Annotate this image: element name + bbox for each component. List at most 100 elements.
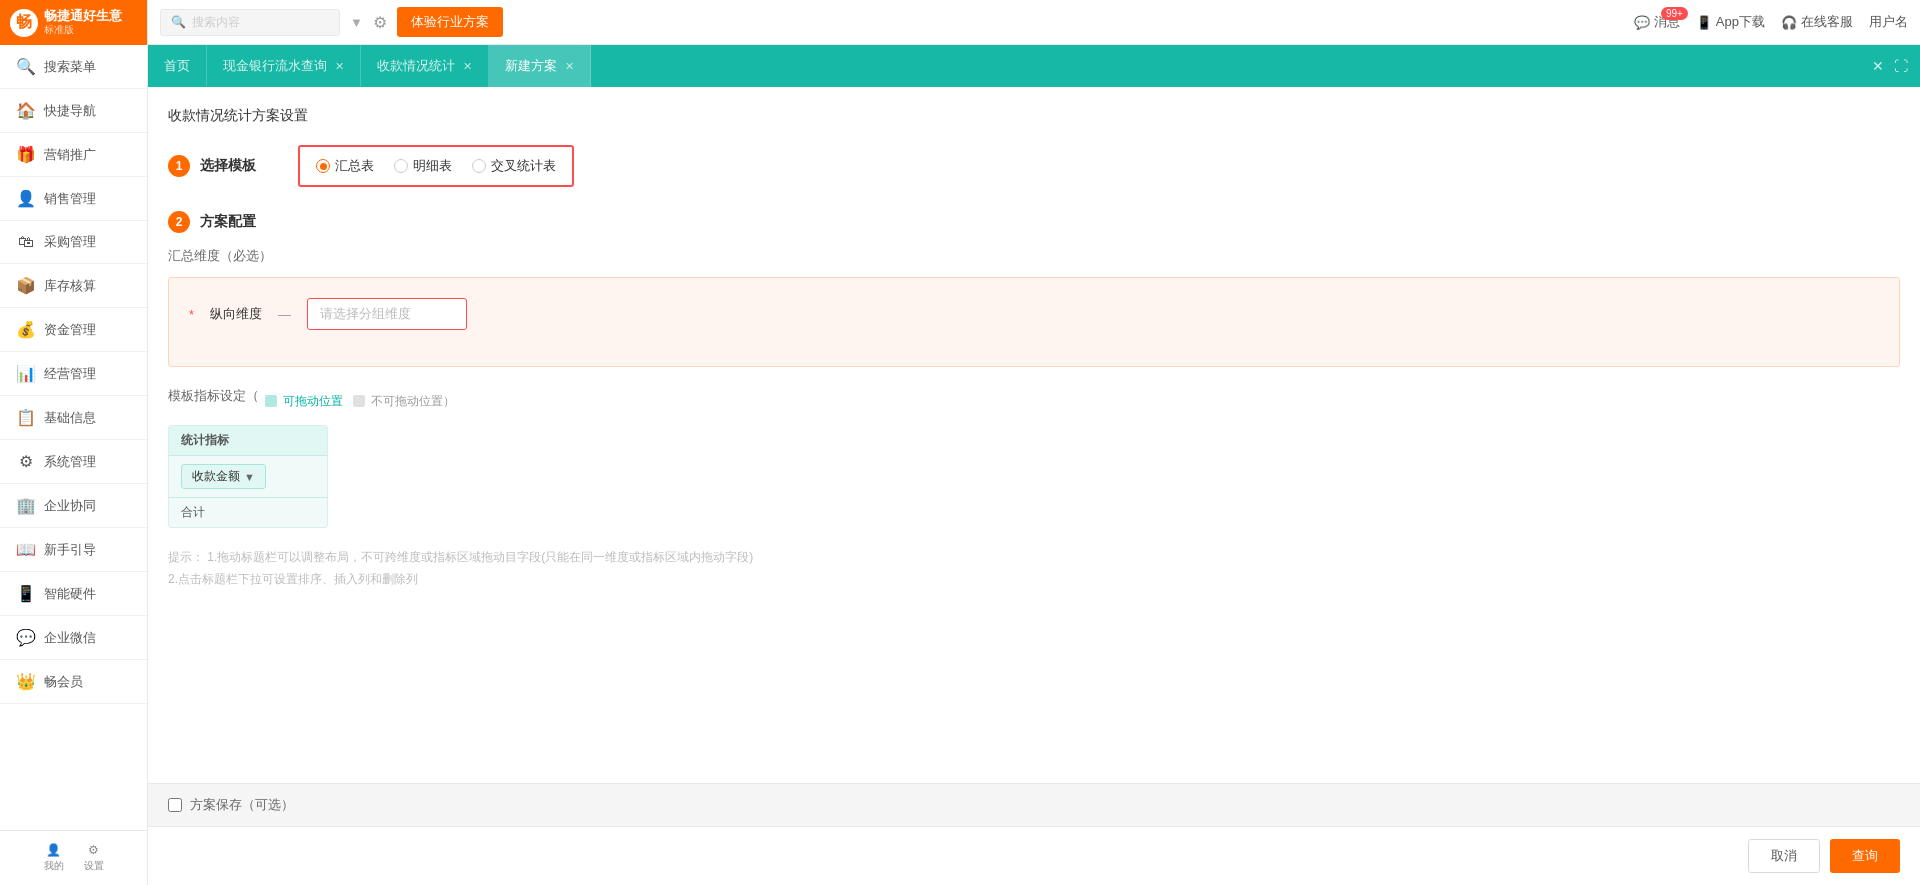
dropdown-arrow-icon[interactable]: ▼ [350,15,363,30]
industry-button[interactable]: 体验行业方案 [397,7,503,37]
sidebar-item-search-menu[interactable]: 🔍 搜索菜单 [0,45,147,89]
logo-sub: 标准版 [44,23,122,37]
sidebar-bottom-item1[interactable]: 👤 我的 [44,843,64,873]
sidebar-item-quick-nav[interactable]: 🏠 快捷导航 [0,89,147,133]
tab-bank-flow[interactable]: 现金银行流水查询 ✕ [207,45,361,87]
sidebar-item-basic-info[interactable]: 📋 基础信息 [0,396,147,440]
dimension-area: * 纵向维度 — 请选择分组维度 [168,277,1900,367]
page-title: 收款情况统计方案设置 [168,107,1900,125]
close-window-icon[interactable]: ✕ [1872,58,1884,74]
bank-flow-tab-close-icon[interactable]: ✕ [335,60,344,73]
dimension-select[interactable]: 请选择分组维度 [307,298,467,330]
content-area: 收款情况统计方案设置 1 选择模板 汇总表 [148,87,1920,826]
stats-table: 统计指标 收款金额 ▼ 合计 [168,425,328,528]
sidebar-item-purchase[interactable]: 🛍 采购管理 [0,221,147,264]
receipt-stats-tab-label: 收款情况统计 [377,57,455,75]
sidebar-item-label: 基础信息 [44,409,96,427]
metrics-config-label: 模板指标设定（ [168,387,259,405]
chart-icon: 📊 [16,364,36,383]
sidebar-item-member[interactable]: 👑 畅会员 [0,660,147,704]
search-icon: 🔍 [171,15,186,29]
step2-label: 方案配置 [200,213,256,231]
bank-flow-tab-label: 现金银行流水查询 [223,57,327,75]
dimension-arrow: — [278,307,291,322]
save-checkbox[interactable] [168,798,182,812]
non-draggable-dot [353,395,365,407]
tab-home[interactable]: 首页 [148,45,207,87]
radio-summary-dot [320,163,327,170]
stats-table-sum: 合计 [169,497,327,527]
sidebar-item-label: 智能硬件 [44,585,96,603]
logo-icon: 畅 [10,9,38,37]
sidebar-item-label: 畅会员 [44,673,83,691]
user-icon: 👤 [16,189,36,208]
non-draggable-hint-label: 不可拖动位置） [371,393,455,410]
step1-section: 1 选择模板 汇总表 明细表 [168,145,1900,187]
cancel-button[interactable]: 取消 [1748,839,1820,873]
sidebar-bottom: 👤 我的 ⚙ 设置 [0,830,147,885]
sidebar-item-enterprise[interactable]: 🏢 企业协同 [0,484,147,528]
nav-tabs-right: ✕ ⛶ [1860,45,1920,87]
sidebar-item-inventory[interactable]: 📦 库存核算 [0,264,147,308]
sidebar-item-wechat[interactable]: 💬 企业微信 [0,616,147,660]
sidebar-item-system[interactable]: ⚙ 系统管理 [0,440,147,484]
metrics-hint-line: 模板指标设定（ 可拖动位置 不可拖动位置） [168,387,1900,415]
logo-name: 畅捷通好生意 [44,8,122,24]
radio-detail[interactable]: 明细表 [394,157,452,175]
sidebar-item-label: 搜索菜单 [44,58,96,76]
sidebar-item-label: 新手引导 [44,541,96,559]
radio-cross-label: 交叉统计表 [491,157,556,175]
dimension-row: * 纵向维度 — 请选择分组维度 [189,298,1879,330]
message-btn[interactable]: 💬 消息 99+ [1634,13,1680,31]
maximize-icon[interactable]: ⛶ [1894,58,1908,74]
headset-icon: 🎧 [1781,15,1797,30]
stats-table-header: 统计指标 [169,426,327,456]
radio-detail-label: 明细表 [413,157,452,175]
crown-icon: 👑 [16,672,36,691]
phone-icon: 📱 [16,584,36,603]
stats-title: 统计指标 [181,432,229,449]
tab-new-plan[interactable]: 新建方案 ✕ [489,45,591,87]
receipt-stats-tab-close-icon[interactable]: ✕ [463,60,472,73]
radio-summary[interactable]: 汇总表 [316,157,374,175]
main-area: 🔍 搜索内容 ▼ ⚙ 体验行业方案 💬 消息 99+ 📱 App下载 🎧 在线客… [148,0,1920,885]
sidebar-item-finance[interactable]: 💰 资金管理 [0,308,147,352]
tab-receipt-stats[interactable]: 收款情况统计 ✕ [361,45,489,87]
metrics-section: 模板指标设定（ 可拖动位置 不可拖动位置） 统计指标 [168,387,1900,531]
sidebar-item-marketing[interactable]: 🎁 营销推广 [0,133,147,177]
header-right: 💬 消息 99+ 📱 App下载 🎧 在线客服 用户名 [1634,13,1908,31]
money-icon: 💰 [16,320,36,339]
sidebar-bottom-item2[interactable]: ⚙ 设置 [84,843,104,873]
cell-dropdown-icon[interactable]: ▼ [244,471,255,483]
user-menu[interactable]: 用户名 [1869,13,1908,31]
chat-icon: 💬 [16,628,36,647]
step1-label: 选择模板 [200,157,256,175]
settings-icon[interactable]: ⚙ [373,13,387,32]
cell-label: 收款金额 [192,468,240,485]
book-icon: 📖 [16,540,36,559]
sidebar: 畅 畅捷通好生意 标准版 🔍 搜索菜单 🏠 快捷导航 🎁 营销推广 👤 销售管理… [0,0,148,885]
radio-cross[interactable]: 交叉统计表 [472,157,556,175]
home-icon: 🏠 [16,101,36,120]
radio-detail-circle [394,159,408,173]
sidebar-item-guide[interactable]: 📖 新手引导 [0,528,147,572]
radio-cross-circle [472,159,486,173]
building-icon: 🏢 [16,496,36,515]
sidebar-logo: 畅 畅捷通好生意 标准版 [0,0,147,45]
sidebar-item-operations[interactable]: 📊 经营管理 [0,352,147,396]
sidebar-item-label: 系统管理 [44,453,96,471]
service-btn[interactable]: 🎧 在线客服 [1781,13,1853,31]
sidebar-item-smart-hw[interactable]: 📱 智能硬件 [0,572,147,616]
query-button[interactable]: 查询 [1830,839,1900,873]
sidebar-item-label: 营销推广 [44,146,96,164]
tip-line-1: 提示： 1.拖动标题栏可以调整布局，不可跨维度或指标区域拖动目字段(只能在同一维… [168,547,1900,569]
dimension-row-label: 纵向维度 [210,305,262,323]
tips-section: 提示： 1.拖动标题栏可以调整布局，不可跨维度或指标区域拖动目字段(只能在同一维… [168,547,1900,590]
sidebar-item-sales[interactable]: 👤 销售管理 [0,177,147,221]
search-bar[interactable]: 🔍 搜索内容 [160,9,340,36]
cell-tag[interactable]: 收款金额 ▼ [181,464,266,489]
sidebar-item-label: 经营管理 [44,365,96,383]
new-plan-tab-close-icon[interactable]: ✕ [565,60,574,73]
download-btn[interactable]: 📱 App下载 [1696,13,1765,31]
draggable-dot [265,395,277,407]
